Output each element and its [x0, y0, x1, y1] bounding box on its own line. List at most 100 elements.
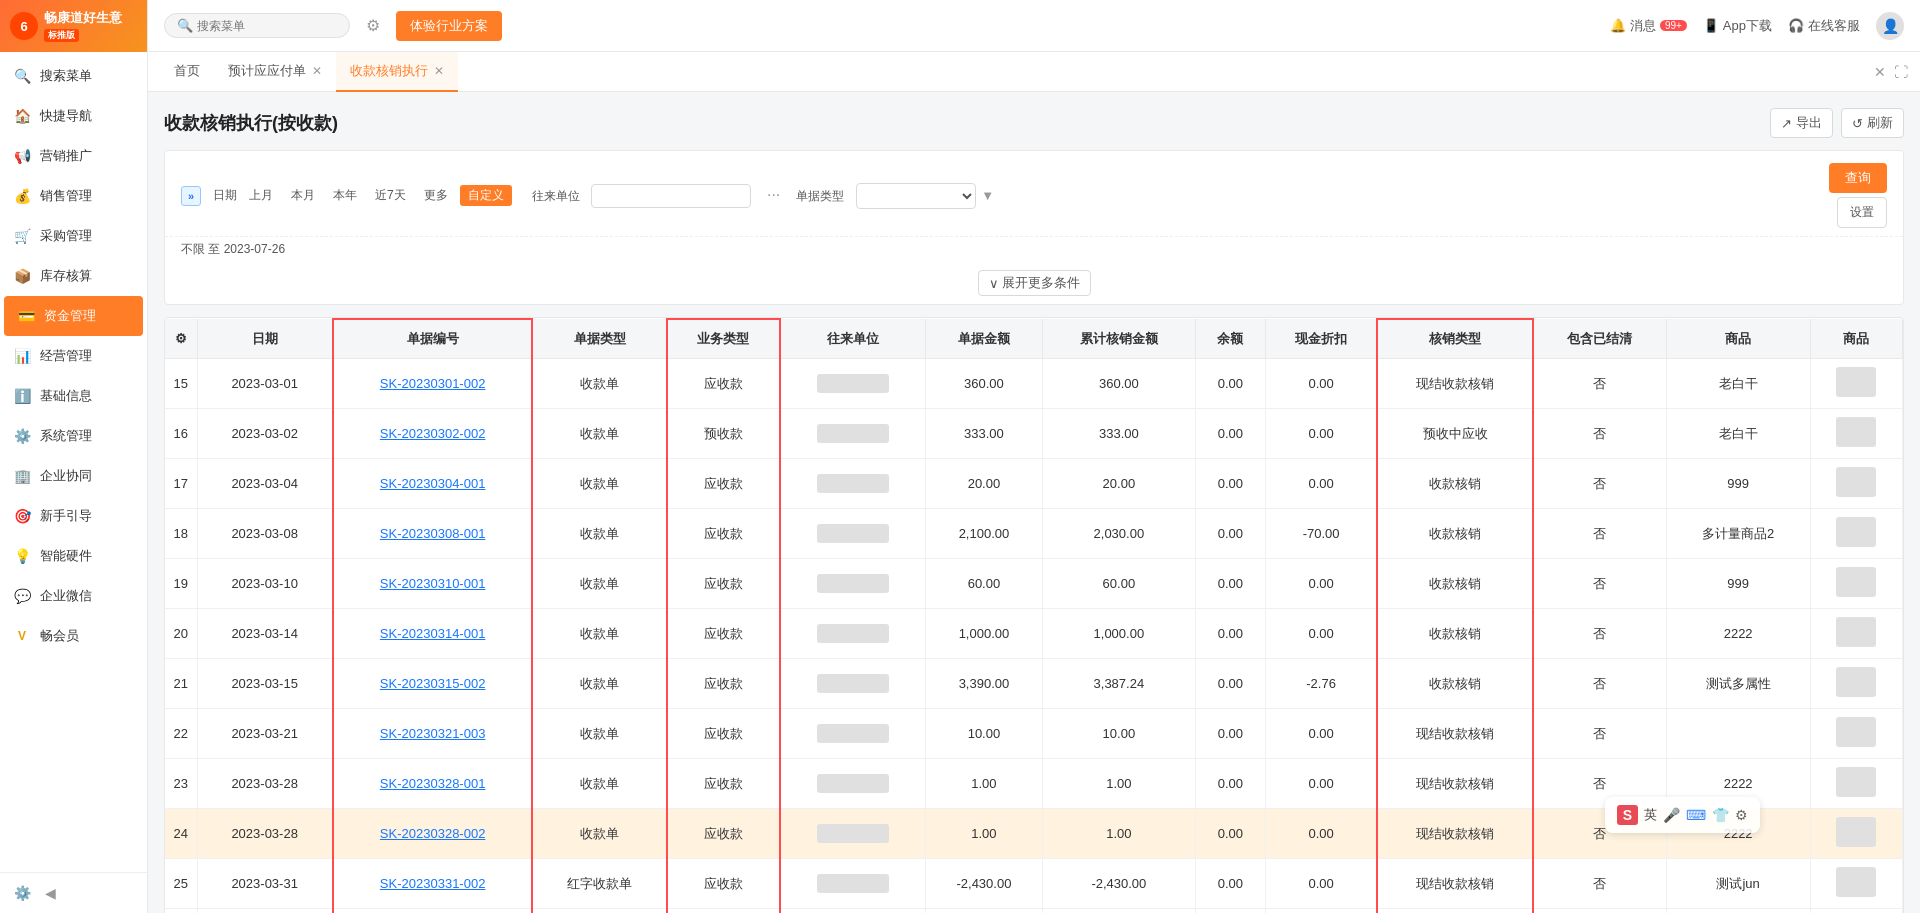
col-included[interactable]: 包含已结清 — [1533, 319, 1666, 359]
tab-close-prepay[interactable]: ✕ — [312, 64, 322, 78]
filter-this-month[interactable]: 本月 — [285, 185, 321, 206]
sidebar-item-hardware[interactable]: 💡 智能硬件 — [0, 536, 147, 576]
col-verify-type[interactable]: 核销类型 — [1377, 319, 1532, 359]
sidebar-item-sales[interactable]: 💰 销售管理 — [0, 176, 147, 216]
cell-cash-discount: 0.00 — [1265, 459, 1377, 509]
cell-accumulated: 3,387.24 — [1042, 659, 1196, 709]
cell-biz-type: 应收款 — [667, 509, 780, 559]
sidebar-item-marketing[interactable]: 📢 营销推广 — [0, 136, 147, 176]
cell-bill-type: 收款单 — [532, 359, 666, 409]
app-download-item[interactable]: 📱 App下载 — [1703, 17, 1772, 35]
sidebar-item-system[interactable]: ⚙️ 系统管理 — [0, 416, 147, 456]
col-date[interactable]: 日期 — [197, 319, 333, 359]
page-title: 收款核销执行(按收款) — [164, 111, 338, 135]
bill-no-link[interactable]: SK-20230302-002 — [380, 426, 486, 441]
cell-no: 20 — [165, 609, 197, 659]
keyboard-icon[interactable]: ⌨ — [1686, 807, 1706, 823]
filter-expand-button[interactable]: » — [181, 186, 201, 206]
sidebar-item-wechat[interactable]: 💬 企业微信 — [0, 576, 147, 616]
cell-bill-no: SK-20230328-001 — [333, 759, 533, 809]
col-bill-type[interactable]: 单据类型 — [532, 319, 666, 359]
bill-no-link[interactable]: SK-20230310-001 — [380, 576, 486, 591]
bill-no-link[interactable]: SK-20230304-001 — [380, 476, 486, 491]
tab-collection[interactable]: 收款核销执行 ✕ — [336, 52, 458, 92]
filter-more[interactable]: 更多 — [418, 185, 454, 206]
filter-last-month[interactable]: 上月 — [243, 185, 279, 206]
sidebar-item-finance[interactable]: 💳 资金管理 — [4, 296, 143, 336]
setting-button[interactable]: 设置 — [1837, 197, 1887, 228]
search-input[interactable] — [197, 19, 337, 33]
bill-no-link[interactable]: SK-20230314-001 — [380, 626, 486, 641]
sidebar-item-enterprise[interactable]: 🏢 企业协同 — [0, 456, 147, 496]
tabbar: 首页 预计应应付单 ✕ 收款核销执行 ✕ ✕ ⛶ — [148, 52, 1920, 92]
col-settings[interactable]: ⚙ — [165, 319, 197, 359]
solution-button[interactable]: 体验行业方案 — [396, 11, 502, 41]
tab-prepay[interactable]: 预计应应付单 ✕ — [214, 52, 336, 92]
bill-no-link[interactable]: SK-20230328-001 — [380, 776, 486, 791]
sidebar-item-newbie[interactable]: 🎯 新手引导 — [0, 496, 147, 536]
sidebar-menu: 🔍 搜索菜单 🏠 快捷导航 📢 营销推广 💰 销售管理 🛒 采购管理 📦 库存核… — [0, 52, 147, 872]
more-icon[interactable]: ⚙ — [1735, 807, 1748, 823]
shirt-icon[interactable]: 👕 — [1712, 807, 1729, 823]
cell-partner: ████ — [780, 759, 926, 809]
cell-amount: 3,390.00 — [926, 659, 1042, 709]
table-header-row: ⚙ 日期 单据编号 单据类型 业务类型 往来单位 单据金额 累计核销金额 余额 … — [165, 319, 1903, 359]
col-cash-discount[interactable]: 现金折扣 — [1265, 319, 1377, 359]
cell-balance: 0.00 — [1196, 409, 1266, 459]
cell-biz-type: 应收款 — [667, 759, 780, 809]
col-balance[interactable]: 余额 — [1196, 319, 1266, 359]
settings-icon[interactable]: ⚙️ — [12, 883, 32, 903]
col-product[interactable]: 商品 — [1666, 319, 1810, 359]
sidebar-item-search[interactable]: 🔍 搜索菜单 — [0, 56, 147, 96]
cell-verify-type: 现结收款核销 — [1377, 859, 1532, 909]
cell-date: 2023-03-31 — [197, 859, 333, 909]
cell-verify-type: 现结收款核销 — [1377, 359, 1532, 409]
col-biz-type[interactable]: 业务类型 — [667, 319, 780, 359]
sidebar-item-operations[interactable]: 📊 经营管理 — [0, 336, 147, 376]
table-row: 22 2023-03-21 SK-20230321-003 收款单 应收款 ██… — [165, 709, 1903, 759]
bill-no-link[interactable]: SK-20230308-001 — [380, 526, 486, 541]
export-button[interactable]: ↗ 导出 — [1770, 108, 1833, 138]
cell-cash-discount: 0.00 — [1265, 759, 1377, 809]
col-amount[interactable]: 单据金额 — [926, 319, 1042, 359]
col-bill-no[interactable]: 单据编号 — [333, 319, 533, 359]
col-product2[interactable]: 商品 — [1810, 319, 1902, 359]
filter-7days[interactable]: 近7天 — [369, 185, 412, 206]
bill-no-link[interactable]: SK-20230321-003 — [380, 726, 486, 741]
search-icon: 🔍 — [12, 66, 32, 86]
online-support-item[interactable]: 🎧 在线客服 — [1788, 17, 1860, 35]
topbar-gear-icon[interactable]: ⚙ — [366, 16, 380, 35]
sidebar-item-quicknav[interactable]: 🏠 快捷导航 — [0, 96, 147, 136]
sidebar-item-purchase[interactable]: 🛒 采购管理 — [0, 216, 147, 256]
user-avatar[interactable]: 👤 — [1876, 12, 1904, 40]
filter-this-year[interactable]: 本年 — [327, 185, 363, 206]
sidebar-item-member[interactable]: V 畅会员 — [0, 616, 147, 656]
refresh-button[interactable]: ↺ 刷新 — [1841, 108, 1904, 138]
sidebar-item-inventory[interactable]: 📦 库存核算 — [0, 256, 147, 296]
bill-type-select[interactable] — [856, 183, 976, 209]
tab-close-all-icon[interactable]: ✕ — [1874, 64, 1886, 80]
collapse-icon[interactable]: ◀ — [40, 883, 60, 903]
cell-biz-type: 应收款 — [667, 709, 780, 759]
cell-bill-type: 收款单 — [532, 609, 666, 659]
col-partner[interactable]: 往来单位 — [780, 319, 926, 359]
tab-home[interactable]: 首页 — [160, 52, 214, 92]
query-button[interactable]: 查询 — [1829, 163, 1887, 193]
sidebar-item-basic[interactable]: ℹ️ 基础信息 — [0, 376, 147, 416]
notification-item[interactable]: 🔔 消息 99+ — [1610, 17, 1687, 35]
cell-verify-type: 现结收款核销 — [1377, 809, 1532, 859]
tab-close-collection[interactable]: ✕ — [434, 64, 444, 78]
cell-included: 否 — [1533, 409, 1666, 459]
mic-icon[interactable]: 🎤 — [1663, 807, 1680, 823]
cell-product2 — [1810, 709, 1902, 759]
expand-more-button[interactable]: ∨ 展开更多条件 — [978, 270, 1091, 296]
bill-no-link[interactable]: SK-20230328-002 — [380, 826, 486, 841]
bill-no-link[interactable]: SK-20230315-002 — [380, 676, 486, 691]
filter-custom-button[interactable]: 自定义 — [460, 185, 512, 206]
bill-no-link[interactable]: SK-20230331-002 — [380, 876, 486, 891]
partner-input[interactable] — [591, 184, 751, 208]
search-box[interactable]: 🔍 — [164, 13, 350, 38]
bill-no-link[interactable]: SK-20230301-002 — [380, 376, 486, 391]
tab-expand-icon[interactable]: ⛶ — [1894, 64, 1908, 80]
col-accumulated[interactable]: 累计核销金额 — [1042, 319, 1196, 359]
